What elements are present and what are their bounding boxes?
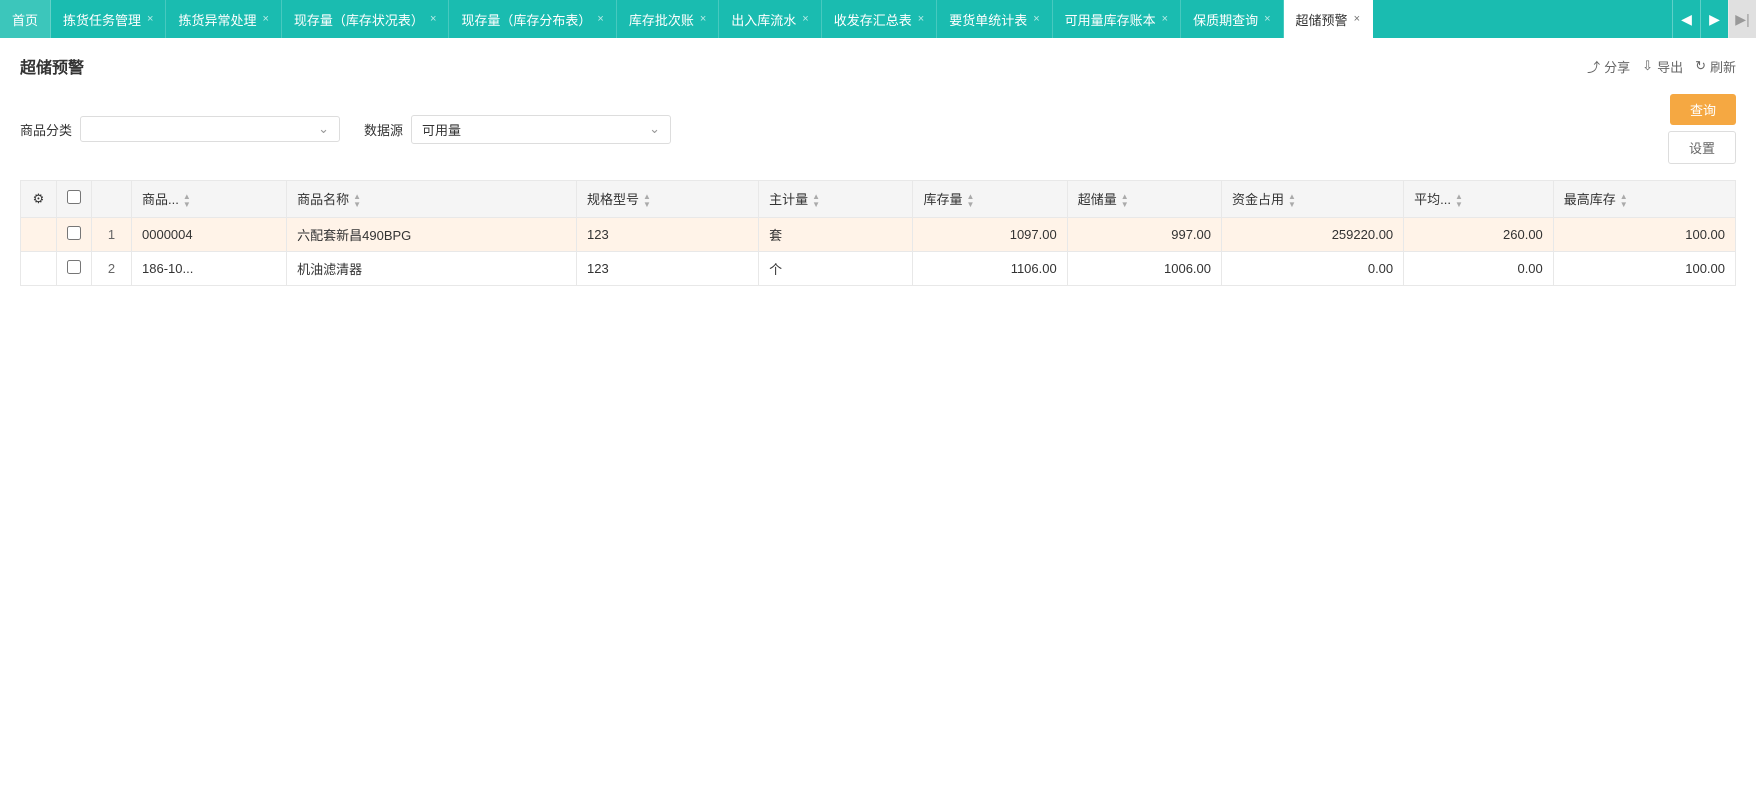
- product-category-group: 商品分类 ⌄: [20, 116, 340, 142]
- nav-arrows: ◀ ▶ ▶|: [1672, 0, 1756, 38]
- filter-row: 商品分类 ⌄ 数据源 可用量 ⌄ 查询 设置: [20, 94, 1736, 164]
- col-header-capital[interactable]: 资金占用▲▼: [1222, 181, 1404, 218]
- export-icon: ⇩: [1642, 58, 1653, 74]
- close-icon[interactable]: ×: [1354, 13, 1360, 25]
- product-category-select[interactable]: ⌄: [80, 116, 340, 142]
- nav-end-button[interactable]: ▶|: [1728, 0, 1756, 38]
- nav-item-[interactable]: 现存量（库存状况表）×: [282, 0, 449, 38]
- nav-next-button[interactable]: ▶: [1700, 0, 1728, 38]
- close-icon[interactable]: ×: [1264, 13, 1270, 25]
- close-icon[interactable]: ×: [802, 13, 808, 25]
- close-icon[interactable]: ×: [262, 13, 268, 25]
- col-header-row_num: [92, 181, 132, 218]
- settings-button[interactable]: 设置: [1668, 131, 1736, 164]
- share-icon: ⤴: [1587, 57, 1600, 76]
- nav-item-[interactable]: 要货单统计表×: [937, 0, 1052, 38]
- col-header-product_code[interactable]: 商品...▲▼: [132, 181, 287, 218]
- product-category-label: 商品分类: [20, 120, 72, 139]
- nav-item-[interactable]: 超储预警×: [1284, 0, 1373, 38]
- nav-item-[interactable]: 拣货异常处理×: [166, 0, 281, 38]
- filter-buttons: 查询 设置: [1668, 94, 1736, 164]
- close-icon[interactable]: ×: [700, 13, 706, 25]
- chevron-down-icon: ⌄: [649, 121, 660, 137]
- col-header-product_name[interactable]: 商品名称▲▼: [287, 181, 577, 218]
- product-code-cell: 0000004: [132, 217, 287, 251]
- data-source-label: 数据源: [364, 120, 403, 139]
- settings-icon[interactable]: ⚙: [33, 191, 45, 206]
- close-icon[interactable]: ×: [147, 13, 153, 25]
- nav-item-[interactable]: 保质期查询×: [1181, 0, 1283, 38]
- nav-item-[interactable]: 可用量库存账本×: [1053, 0, 1181, 38]
- nav-item-[interactable]: 拣货任务管理×: [51, 0, 166, 38]
- sort-icon: ▲▼: [1620, 193, 1628, 209]
- col-header-avg[interactable]: 平均...▲▼: [1404, 181, 1554, 218]
- col-header-overstock[interactable]: 超储量▲▼: [1067, 181, 1221, 218]
- sort-icon: ▲▼: [353, 193, 361, 209]
- main-content: 超储预警 ⤴ 分享 ⇩ 导出 ↻ 刷新 商品分类 ⌄ 数据源: [0, 38, 1756, 800]
- top-nav: 首页拣货任务管理×拣货异常处理×现存量（库存状况表）×现存量（库存分布表）×库存…: [0, 0, 1756, 38]
- close-icon[interactable]: ×: [1162, 13, 1168, 25]
- product-code-cell: 186-10...: [132, 251, 287, 285]
- nav-item-[interactable]: 出入库流水×: [719, 0, 821, 38]
- col-header-unit[interactable]: 主计量▲▼: [759, 181, 913, 218]
- row-checkbox[interactable]: [67, 260, 81, 274]
- close-icon[interactable]: ×: [597, 13, 603, 25]
- export-button[interactable]: ⇩ 导出: [1642, 57, 1683, 76]
- nav-prev-button[interactable]: ◀: [1672, 0, 1700, 38]
- col-header-settings: ⚙: [21, 181, 57, 218]
- col-header-max_stock[interactable]: 最高库存▲▼: [1553, 181, 1735, 218]
- table-row: 2186-10...机油滤清器123个1106.001006.000.000.0…: [21, 251, 1736, 285]
- sort-icon: ▲▼: [643, 193, 651, 209]
- data-source-select[interactable]: 可用量 ⌄: [411, 115, 671, 144]
- nav-item-[interactable]: 首页: [0, 0, 51, 38]
- close-icon[interactable]: ×: [918, 13, 924, 25]
- nav-item-[interactable]: 收发存汇总表×: [822, 0, 937, 38]
- product-name-cell: 六配套新昌490BPG: [287, 217, 577, 251]
- sort-icon: ▲▼: [1288, 193, 1296, 209]
- col-header-spec[interactable]: 规格型号▲▼: [577, 181, 759, 218]
- select-all-checkbox[interactable]: [67, 190, 81, 204]
- page-title: 超储预警: [20, 54, 84, 78]
- table-row: 10000004六配套新昌490BPG123套1097.00997.002592…: [21, 217, 1736, 251]
- close-icon[interactable]: ×: [1033, 13, 1039, 25]
- query-button[interactable]: 查询: [1670, 94, 1736, 125]
- col-header-checkbox: [57, 181, 92, 218]
- share-button[interactable]: ⤴ 分享: [1587, 57, 1630, 76]
- close-icon[interactable]: ×: [430, 13, 436, 25]
- chevron-down-icon: ⌄: [318, 121, 329, 137]
- row-checkbox[interactable]: [67, 226, 81, 240]
- data-source-group: 数据源 可用量 ⌄: [364, 115, 671, 144]
- header-actions: ⤴ 分享 ⇩ 导出 ↻ 刷新: [1587, 57, 1736, 76]
- data-table: ⚙ 商品...▲▼商品名称▲▼规格型号▲▼主计量▲▼库存量▲▼超储量▲▼资金占用▲…: [20, 180, 1736, 286]
- nav-item-[interactable]: 库存批次账×: [617, 0, 719, 38]
- sort-icon: ▲▼: [1455, 193, 1463, 209]
- refresh-icon: ↻: [1695, 58, 1706, 74]
- data-source-value: 可用量: [422, 120, 461, 139]
- col-header-stock[interactable]: 库存量▲▼: [913, 181, 1067, 218]
- page-header: 超储预警 ⤴ 分享 ⇩ 导出 ↻ 刷新: [20, 54, 1736, 78]
- sort-icon: ▲▼: [966, 193, 974, 209]
- refresh-button[interactable]: ↻ 刷新: [1695, 57, 1736, 76]
- sort-icon: ▲▼: [812, 193, 820, 209]
- sort-icon: ▲▼: [183, 193, 191, 209]
- sort-icon: ▲▼: [1121, 193, 1129, 209]
- nav-item-[interactable]: 现存量（库存分布表）×: [449, 0, 616, 38]
- product-name-cell: 机油滤清器: [287, 251, 577, 285]
